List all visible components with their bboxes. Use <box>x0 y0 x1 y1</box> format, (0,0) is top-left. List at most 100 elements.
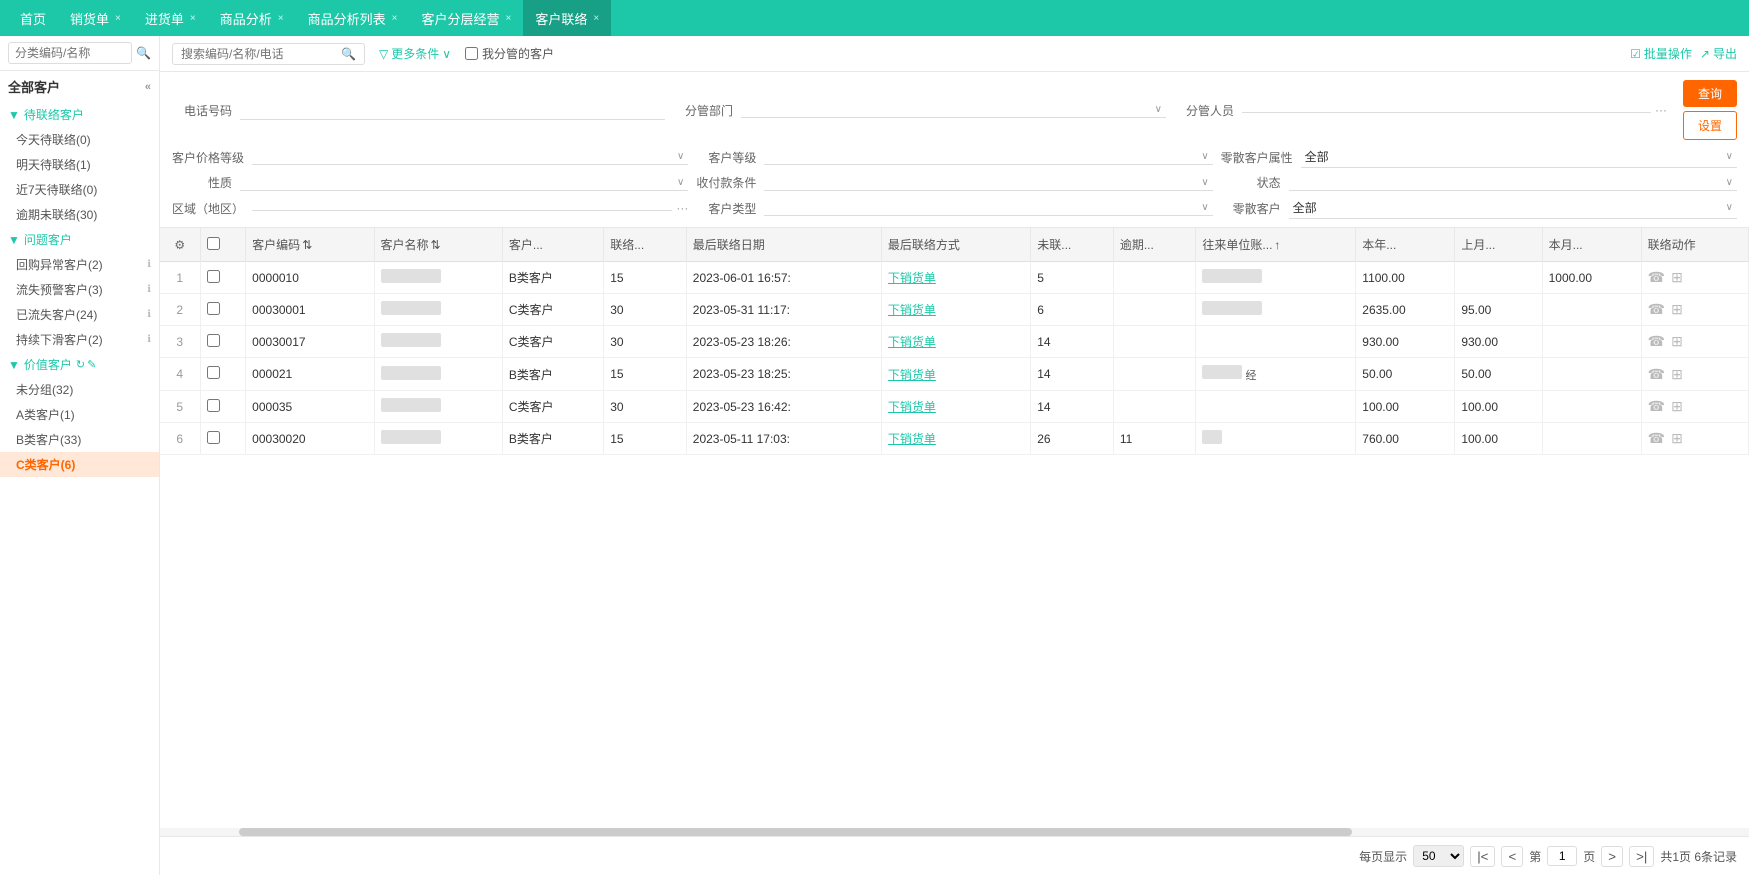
grid-action-icon[interactable]: ⊞ <box>1671 333 1683 350</box>
phone-action-icon[interactable]: ☎ <box>1648 398 1665 415</box>
more-icon[interactable]: ··· <box>1655 103 1667 117</box>
prev-page-button[interactable]: < <box>1501 846 1523 867</box>
close-icon[interactable]: × <box>392 13 398 24</box>
close-icon[interactable]: × <box>278 13 284 24</box>
close-icon[interactable]: × <box>593 13 599 24</box>
sidebar-item-churn-warning[interactable]: 流失预警客户(3) ℹ <box>0 277 159 302</box>
scrollbar-thumb[interactable] <box>239 828 1351 836</box>
horizontal-scrollbar[interactable] <box>160 828 1749 836</box>
row-select-checkbox[interactable] <box>207 302 220 315</box>
customer-type-select[interactable]: ∨ <box>764 200 1212 216</box>
sidebar-group-pending[interactable]: ▼ 待联络客户 <box>0 102 159 127</box>
phone-input[interactable] <box>240 101 665 120</box>
page-number-input[interactable] <box>1547 846 1577 866</box>
collapse-icon[interactable]: « <box>145 81 151 93</box>
row-select-checkbox[interactable] <box>207 366 220 379</box>
retail-customer-select[interactable]: 全部 ∨ <box>1289 197 1737 219</box>
row-select-checkbox[interactable] <box>207 270 220 283</box>
grid-action-icon[interactable]: ⊞ <box>1671 366 1683 383</box>
nature-select[interactable]: ∨ <box>240 175 688 191</box>
sidebar-group-problem[interactable]: ▼ 问题客户 <box>0 227 159 252</box>
col-no-contact[interactable]: 未联... <box>1031 228 1114 262</box>
close-icon[interactable]: × <box>115 13 121 24</box>
col-customer-type[interactable]: 客户... <box>502 228 603 262</box>
sidebar-item-declining[interactable]: 持续下滑客户(2) ℹ <box>0 327 159 352</box>
page-size-select[interactable]: 50 100 <box>1413 845 1464 867</box>
grid-action-icon[interactable]: ⊞ <box>1671 398 1683 415</box>
first-page-button[interactable]: |< <box>1470 846 1495 867</box>
col-last-contact-method[interactable]: 最后联络方式 <box>881 228 1030 262</box>
phone-action-icon[interactable]: ☎ <box>1648 366 1665 383</box>
search-input[interactable] <box>181 47 341 61</box>
sidebar-item-churned[interactable]: 已流失客户(24) ℹ <box>0 302 159 327</box>
last-page-button[interactable]: >| <box>1629 846 1654 867</box>
sidebar-group-value[interactable]: ▼ 价值客户 ↻ ✎ <box>0 352 159 377</box>
row-select-checkbox[interactable] <box>207 431 220 444</box>
col-this-year[interactable]: 本年... <box>1356 228 1455 262</box>
col-last-contact-date[interactable]: 最后联络日期 <box>686 228 881 262</box>
phone-action-icon[interactable]: ☎ <box>1648 430 1665 447</box>
col-overdue[interactable]: 逾期... <box>1113 228 1196 262</box>
nav-customer-contact[interactable]: 客户联络 × <box>523 0 611 36</box>
next-page-button[interactable]: > <box>1601 846 1623 867</box>
nav-home[interactable]: 首页 <box>8 0 58 36</box>
sidebar-item-repurchase-abnormal[interactable]: 回购异常客户(2) ℹ <box>0 252 159 277</box>
batch-operation-button[interactable]: ☑ 批量操作 <box>1630 45 1692 62</box>
settings-button[interactable]: 设置 <box>1683 111 1737 140</box>
col-unit-balance[interactable]: 往来单位账... ↑ <box>1196 228 1356 262</box>
grid-action-icon[interactable]: ⊞ <box>1671 301 1683 318</box>
dept-select[interactable]: ∨ <box>741 102 1166 118</box>
col-this-month[interactable]: 本月... <box>1542 228 1641 262</box>
sidebar-item-overdue-contact[interactable]: 逾期未联络(30) <box>0 202 159 227</box>
contact-method-link[interactable]: 下销货单 <box>888 271 936 285</box>
price-level-select[interactable]: ∨ <box>252 149 688 165</box>
retail-attr-select[interactable]: 全部 ∨ <box>1301 146 1737 168</box>
close-icon[interactable]: × <box>190 13 196 24</box>
sidebar-item-tomorrow-contact[interactable]: 明天待联络(1) <box>0 152 159 177</box>
phone-action-icon[interactable]: ☎ <box>1648 301 1665 318</box>
region-select[interactable] <box>252 206 672 211</box>
my-customers-checkbox[interactable] <box>465 47 478 60</box>
contact-method-link[interactable]: 下销货单 <box>888 400 936 414</box>
col-contact-count[interactable]: 联络... <box>604 228 687 262</box>
contact-method-link[interactable]: 下销货单 <box>888 432 936 446</box>
sidebar-item-today-contact[interactable]: 今天待联络(0) <box>0 127 159 152</box>
nav-purchase[interactable]: 进货单 × <box>133 0 208 36</box>
nav-sales[interactable]: 销货单 × <box>58 0 133 36</box>
contact-method-link[interactable]: 下销货单 <box>888 335 936 349</box>
query-button[interactable]: 查询 <box>1683 80 1737 107</box>
payment-select[interactable]: ∨ <box>764 175 1212 191</box>
manager-select[interactable] <box>1242 108 1651 113</box>
nav-goods-analysis-list[interactable]: 商品分析列表 × <box>296 0 410 36</box>
phone-action-icon[interactable]: ☎ <box>1648 269 1665 286</box>
col-customer-name[interactable]: 客户名称 ⇅ <box>374 228 502 262</box>
nav-goods-analysis[interactable]: 商品分析 × <box>208 0 296 36</box>
grid-action-icon[interactable]: ⊞ <box>1671 430 1683 447</box>
settings-gear-icon[interactable]: ⚙ <box>174 238 185 252</box>
more-icon[interactable]: ··· <box>676 201 688 215</box>
export-button[interactable]: ↗ 导出 <box>1700 45 1737 62</box>
contact-method-link[interactable]: 下销货单 <box>888 368 936 382</box>
select-all-checkbox[interactable] <box>207 237 220 250</box>
col-last-month[interactable]: 上月... <box>1455 228 1542 262</box>
col-contact-action[interactable]: 联络动作 <box>1641 228 1748 262</box>
contact-method-link[interactable]: 下销货单 <box>888 303 936 317</box>
nav-customer-layer[interactable]: 客户分层经营 × <box>409 0 523 36</box>
sidebar-item-c-class[interactable]: C类客户(6) <box>0 452 159 477</box>
customer-level-select[interactable]: ∨ <box>764 149 1212 165</box>
status-select[interactable]: ∨ <box>1289 175 1737 191</box>
more-conditions-button[interactable]: ▽ 更多条件 ∨ <box>373 42 457 65</box>
edit-icon[interactable]: ✎ <box>87 358 96 371</box>
close-icon[interactable]: × <box>505 13 511 24</box>
phone-action-icon[interactable]: ☎ <box>1648 333 1665 350</box>
all-customers-header[interactable]: 全部客户 « <box>0 71 159 102</box>
sidebar-item-a-class[interactable]: A类客户(1) <box>0 402 159 427</box>
sidebar-search-icon[interactable]: 🔍 <box>136 46 151 60</box>
grid-action-icon[interactable]: ⊞ <box>1671 269 1683 286</box>
sidebar-search-input[interactable] <box>8 42 132 64</box>
sidebar-item-ungrouped[interactable]: 未分组(32) <box>0 377 159 402</box>
col-customer-code[interactable]: 客户编码 ⇅ <box>246 228 374 262</box>
row-select-checkbox[interactable] <box>207 334 220 347</box>
row-select-checkbox[interactable] <box>207 399 220 412</box>
sidebar-item-b-class[interactable]: B类客户(33) <box>0 427 159 452</box>
